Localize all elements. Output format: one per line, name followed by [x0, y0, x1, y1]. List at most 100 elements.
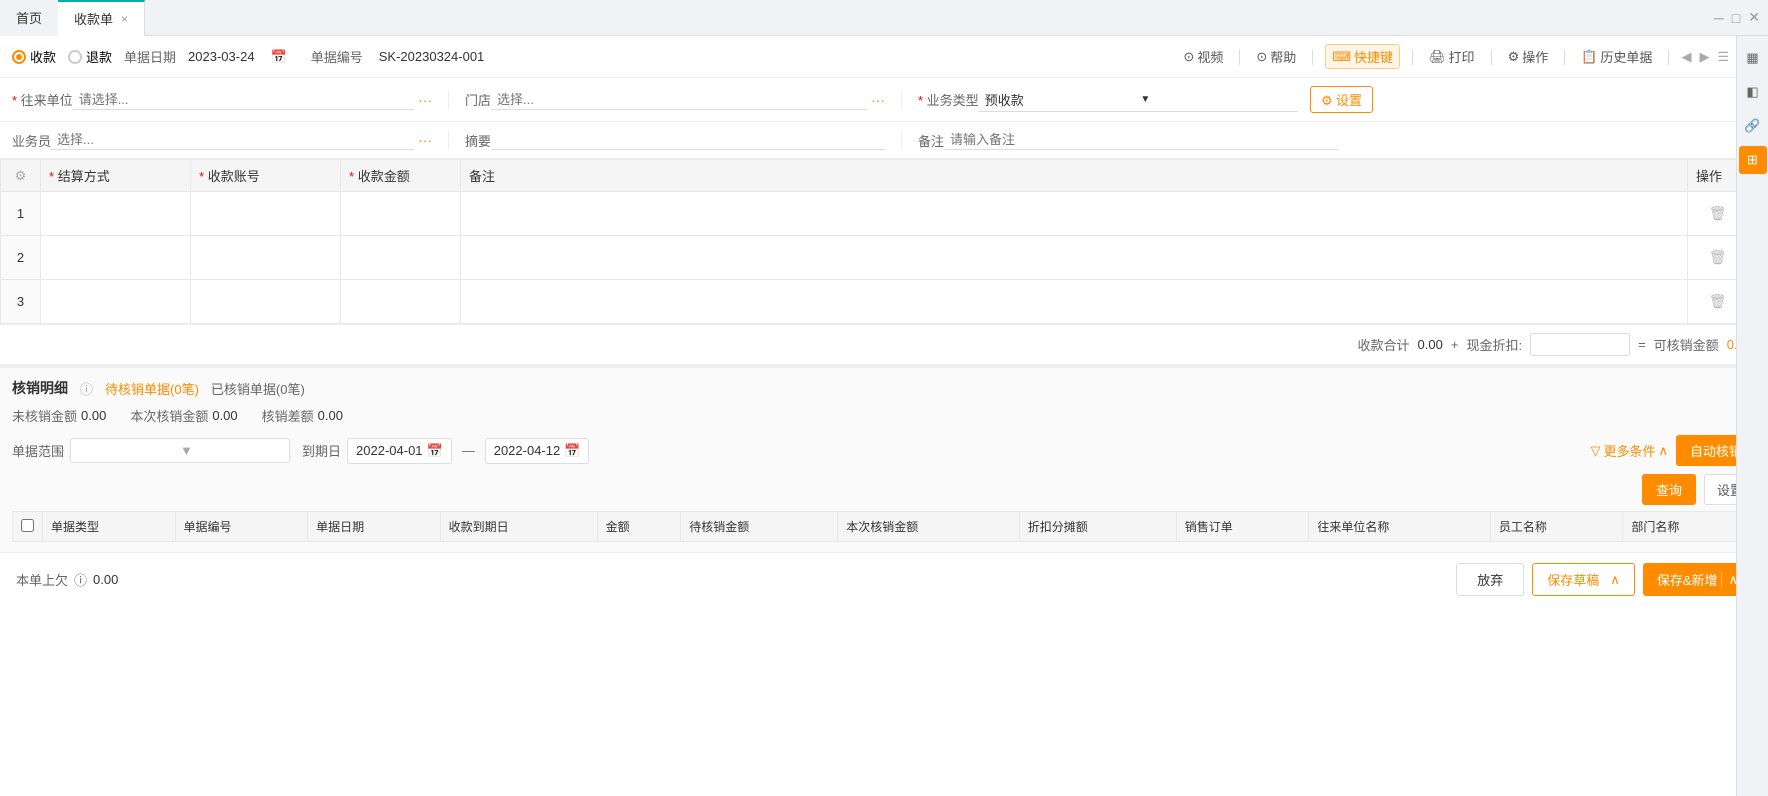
- footer-label: 本单上欠: [16, 570, 68, 589]
- tab-close-icon[interactable]: ×: [121, 12, 128, 26]
- row-delete-icon[interactable]: 🗑: [1709, 293, 1727, 309]
- shop-more-icon[interactable]: ···: [871, 92, 885, 108]
- btn-shortcut[interactable]: ⌨ 快捷键: [1325, 44, 1400, 69]
- col-due-header: 收款到期日: [440, 512, 597, 542]
- cell-account[interactable]: [191, 192, 341, 236]
- col-current-header: 本次核销金额: [838, 512, 1019, 542]
- cell-account[interactable]: [191, 280, 341, 324]
- radio-receipt[interactable]: 收款: [12, 47, 56, 66]
- discount-input[interactable]: [1530, 333, 1630, 356]
- cell-settle[interactable]: [41, 192, 191, 236]
- form-row-1: 往来单位 ··· 门店 ··· 业务类型 预收款 ▼ ⚙ 设置: [0, 78, 1768, 122]
- cell-settle[interactable]: [41, 280, 191, 324]
- pending-tab[interactable]: 待核销单据(0笔): [105, 379, 199, 398]
- btn-video[interactable]: ⊙ 视频: [1179, 45, 1227, 68]
- range-select[interactable]: ▼: [70, 438, 290, 463]
- gear-icon: ⚙: [1321, 93, 1333, 108]
- calendar-end-icon: 📅: [564, 443, 580, 459]
- receipt-table: ⚙ * 结算方式 * 收款账号 * 收款金额 备注 操作: [0, 159, 1768, 324]
- partner-input[interactable]: [73, 90, 414, 110]
- cell-remark[interactable]: [461, 192, 1688, 236]
- partner-more-icon[interactable]: ···: [418, 92, 432, 108]
- nav-next-icon[interactable]: ▶: [1699, 49, 1709, 65]
- tab-receipt[interactable]: 收款单 ×: [58, 0, 145, 36]
- col-amount-header: * 收款金额: [341, 160, 461, 192]
- due-start-value: 2022-04-01: [356, 443, 423, 458]
- sidebar-icon-expand[interactable]: ⊞: [1739, 146, 1767, 174]
- staff-field: 业务员 ···: [12, 130, 432, 150]
- btn-help[interactable]: ⊙ 帮助: [1252, 45, 1300, 68]
- tab-home-label: 首页: [16, 8, 42, 27]
- cell-remark[interactable]: [461, 280, 1688, 324]
- window-close-icon[interactable]: ✕: [1748, 9, 1760, 26]
- save-draft-arrow-icon[interactable]: ∧: [1603, 572, 1620, 588]
- col-gear: ⚙: [1, 160, 41, 192]
- footer-value: 0.00: [93, 572, 118, 587]
- total-value: 0.00: [1418, 337, 1443, 352]
- col-staff-header: 员工名称: [1490, 512, 1623, 542]
- cell-settle[interactable]: [41, 236, 191, 280]
- sidebar-icon-1[interactable]: ▦: [1739, 44, 1767, 72]
- due-start-input[interactable]: 2022-04-01 📅: [347, 438, 452, 464]
- more-conditions-btn[interactable]: ▽ 更多条件 ∧: [1590, 441, 1668, 460]
- row-delete-icon[interactable]: 🗑: [1709, 205, 1727, 221]
- discount-label: 现金折扣:: [1466, 335, 1522, 354]
- btn-print[interactable]: 🖨 打印: [1425, 45, 1479, 68]
- settings-button[interactable]: ⚙ 设置: [1310, 86, 1373, 113]
- calendar-icon[interactable]: 📅: [271, 49, 287, 65]
- help-icon: ⊙: [1256, 49, 1267, 65]
- staff-more-icon[interactable]: ···: [418, 132, 432, 148]
- tab-home[interactable]: 首页: [0, 0, 58, 36]
- shop-input[interactable]: [491, 90, 867, 110]
- chevron-up-icon: ∧: [1658, 443, 1668, 459]
- cell-amount[interactable]: [341, 236, 461, 280]
- save-draft-button[interactable]: 保存草稿 ∧: [1532, 563, 1635, 596]
- cell-account[interactable]: [191, 236, 341, 280]
- window-min-icon[interactable]: ─: [1714, 10, 1724, 26]
- staff-input[interactable]: [51, 130, 414, 150]
- staff-label: 业务员: [12, 131, 51, 150]
- col-settle-header: * 结算方式: [41, 160, 191, 192]
- cell-amount[interactable]: [341, 280, 461, 324]
- date-value: 2023-03-24: [188, 49, 255, 64]
- plus-sign: +: [1451, 337, 1459, 352]
- range-filter: 单据范围 ▼: [12, 438, 290, 463]
- query-button[interactable]: 查询: [1642, 474, 1696, 505]
- due-end-input[interactable]: 2022-04-12 📅: [485, 438, 590, 464]
- btn-ops[interactable]: ⚙ 操作: [1504, 45, 1553, 68]
- equals-sign: =: [1638, 337, 1646, 352]
- col-remark-header: 备注: [461, 160, 1688, 192]
- reconcile-info-icon[interactable]: ⓘ: [80, 379, 93, 398]
- table-row: 3 🗑 ⧉: [1, 280, 1768, 324]
- total-label: 收款合计: [1358, 335, 1410, 354]
- reconcile-title: 核销明细: [12, 378, 68, 398]
- layout-list-icon[interactable]: ☰: [1717, 49, 1729, 65]
- abandon-button[interactable]: 放弃: [1456, 563, 1524, 596]
- biz-type-value: 预收款: [985, 90, 1137, 109]
- remark-label: 备注: [918, 131, 944, 150]
- table-gear-icon[interactable]: ⚙: [9, 168, 32, 184]
- sidebar-icon-link[interactable]: 🔗: [1739, 112, 1767, 140]
- col-type-header: 单据类型: [43, 512, 176, 542]
- memo-field: 摘要: [465, 130, 885, 150]
- radio-refund[interactable]: 退款: [68, 47, 112, 66]
- select-all-checkbox[interactable]: [21, 519, 34, 532]
- cell-remark[interactable]: [461, 236, 1688, 280]
- col-account-header: * 收款账号: [191, 160, 341, 192]
- done-tab[interactable]: 已核销单据(0笔): [211, 379, 305, 398]
- unreconciled-stat: 未核销金额 0.00: [12, 406, 106, 425]
- memo-input[interactable]: [491, 130, 885, 150]
- remark-input[interactable]: [944, 130, 1338, 150]
- nav-prev-icon[interactable]: ◀: [1681, 49, 1691, 65]
- ops-icon: ⚙: [1508, 49, 1520, 65]
- sidebar-icon-2[interactable]: ◧: [1739, 78, 1767, 106]
- cell-amount[interactable]: [341, 192, 461, 236]
- shop-label: 门店: [465, 90, 491, 109]
- sep3: [448, 130, 449, 150]
- row-delete-icon[interactable]: 🗑: [1709, 249, 1727, 265]
- range-label: 单据范围: [12, 441, 64, 460]
- window-max-icon[interactable]: □: [1732, 10, 1740, 26]
- btn-history[interactable]: 📋 历史单据: [1577, 45, 1656, 68]
- biz-type-select[interactable]: 预收款 ▼: [979, 88, 1298, 112]
- history-icon: 📋: [1581, 49, 1597, 65]
